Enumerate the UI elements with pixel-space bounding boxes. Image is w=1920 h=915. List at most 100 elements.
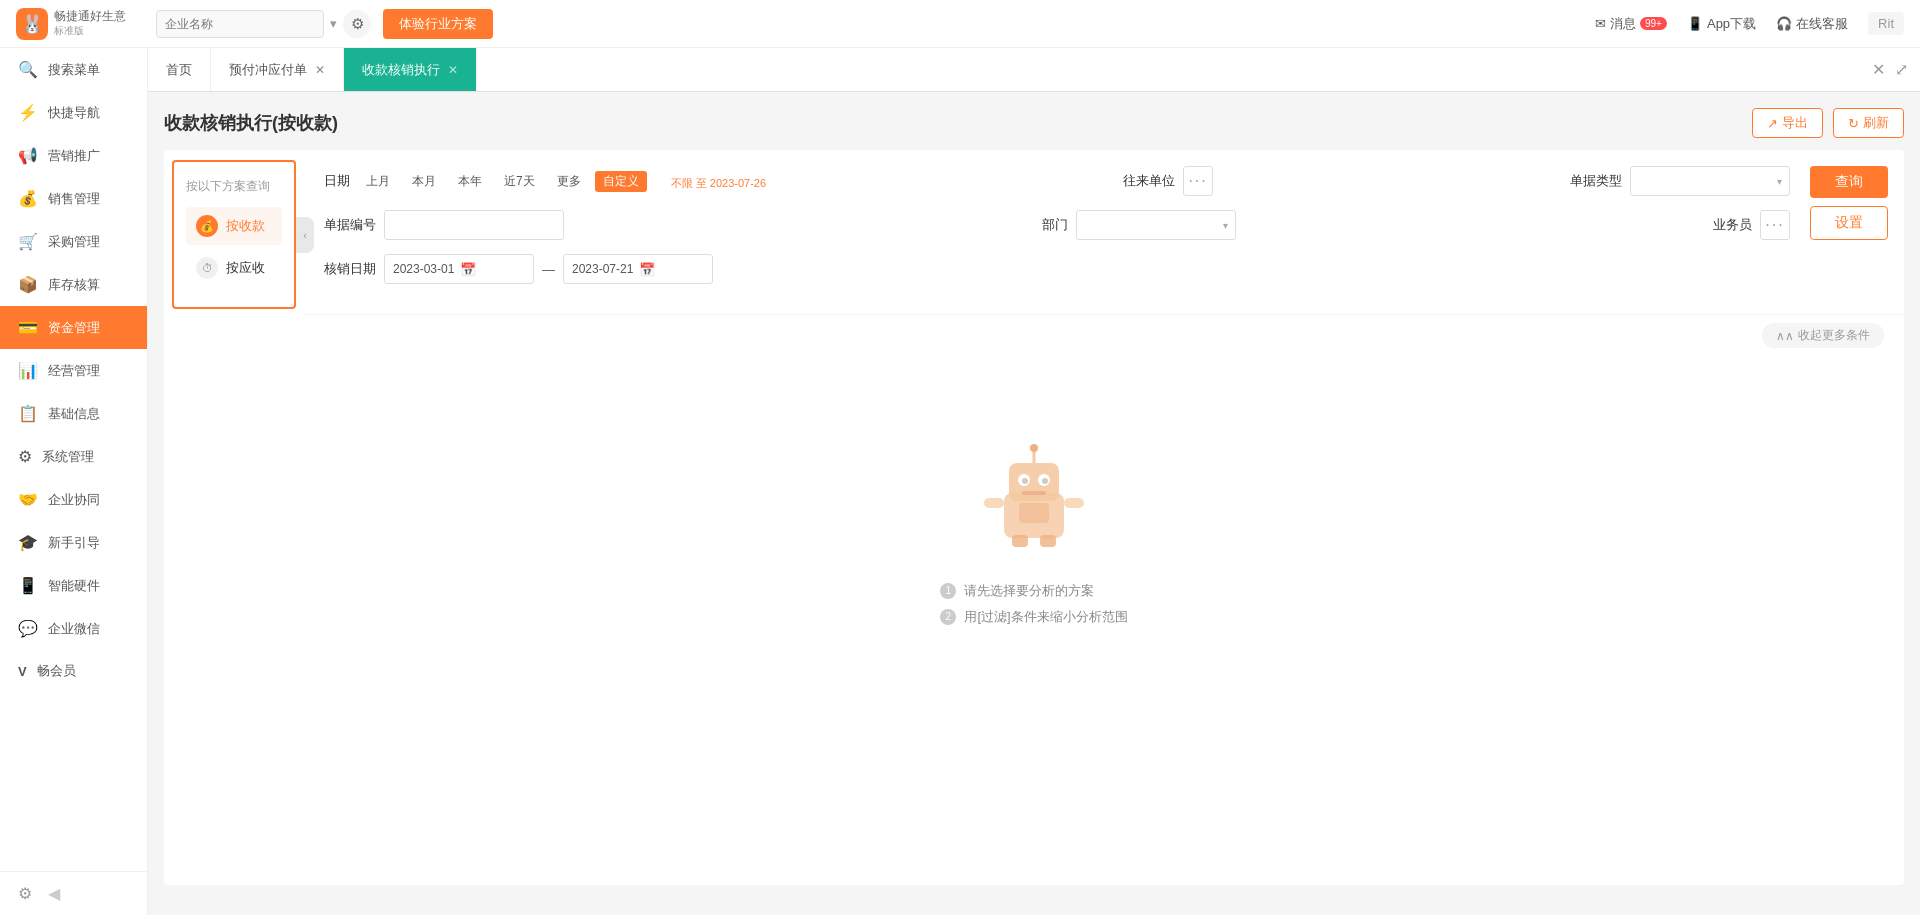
date-this-year-btn[interactable]: 本年 (450, 171, 490, 192)
message-badge: 99+ (1640, 17, 1667, 30)
svg-point-4 (1022, 478, 1028, 484)
sidebar-item-wechat[interactable]: 💬 企业微信 (0, 607, 147, 650)
search-icon: 🔍 (18, 60, 38, 79)
date-more-btn[interactable]: 更多 (549, 171, 589, 192)
svg-rect-6 (1022, 491, 1046, 495)
logo-area: 🐰 畅捷通好生意 标准版 (16, 8, 156, 40)
sidebar-item-finance[interactable]: 💳 资金管理 (0, 306, 147, 349)
refresh-label: 刷新 (1863, 114, 1889, 132)
guide-icon: 🎓 (18, 533, 38, 552)
refresh-btn[interactable]: ↻ 刷新 (1833, 108, 1904, 138)
brand-dropdown-icon[interactable]: ▾ (330, 16, 337, 31)
svg-point-5 (1042, 478, 1048, 484)
member-icon: V (18, 664, 27, 679)
sidebar-item-enterprise[interactable]: 🤝 企业协同 (0, 478, 147, 521)
receipt-icon: 💰 (196, 215, 218, 237)
tab-receivable[interactable]: 收款核销执行 ✕ (344, 48, 477, 91)
date-this-month-btn[interactable]: 本月 (404, 171, 444, 192)
online-service-label: 在线客服 (1796, 15, 1848, 33)
dept-select[interactable] (1076, 210, 1236, 240)
settings-btn[interactable]: 设置 (1810, 206, 1888, 240)
filter-actions: 查询 设置 (1810, 150, 1904, 314)
doc-number-field: 单据编号 (324, 210, 564, 240)
topbar-right: ✉ 消息 99+ 📱 App下载 🎧 在线客服 Rit (1595, 12, 1904, 35)
doc-type-select-wrap (1630, 166, 1790, 196)
app-name: 畅捷通好生意 (54, 9, 126, 25)
purchase-icon: 🛒 (18, 232, 38, 251)
sidebar-item-search-menu[interactable]: 🔍 搜索菜单 (0, 48, 147, 91)
date-last-month-btn[interactable]: 上月 (358, 171, 398, 192)
online-service-btn[interactable]: 🎧 在线客服 (1776, 15, 1848, 33)
dept-label: 部门 (1042, 216, 1068, 234)
filter-by-receipt[interactable]: 💰 按收款 (186, 207, 282, 245)
sidebar-label: 畅会员 (37, 662, 76, 680)
verification-end-field[interactable]: 2023-07-21 📅 (563, 254, 713, 284)
export-btn[interactable]: ↗ 导出 (1752, 108, 1823, 138)
sidebar-settings-icon[interactable]: ⚙ (18, 884, 32, 903)
sidebar-bottom: ⚙ ◀ (0, 871, 147, 915)
refresh-icon: ↻ (1848, 116, 1859, 131)
search-btn[interactable]: 查询 (1810, 166, 1888, 198)
topbar: 🐰 畅捷通好生意 标准版 ▾ ⚙ 体验行业方案 ✉ 消息 99+ 📱 App下载… (0, 0, 1920, 48)
app-badge: 标准版 (54, 24, 126, 38)
tab-receivable-close-icon[interactable]: ✕ (448, 63, 458, 77)
tab-expand-icon[interactable]: ⤢ (1895, 60, 1908, 79)
page-title: 收款核销执行(按收款) (164, 111, 338, 135)
sidebar-item-quick-nav[interactable]: ⚡ 快捷导航 (0, 91, 147, 134)
app-download-icon: 📱 (1687, 16, 1703, 31)
sidebar-item-purchase[interactable]: 🛒 采购管理 (0, 220, 147, 263)
sidebar-item-hardware[interactable]: 📱 智能硬件 (0, 564, 147, 607)
filter-by-receivable[interactable]: ⏱ 按应收 (186, 249, 282, 287)
user-info[interactable]: Rit (1868, 12, 1904, 35)
date-custom-btn[interactable]: 自定义 (595, 171, 647, 192)
verification-start-value: 2023-03-01 (393, 262, 454, 276)
tab-prepay[interactable]: 预付冲应付单 ✕ (211, 48, 344, 91)
sidebar-item-system[interactable]: ⚙ 系统管理 (0, 435, 147, 478)
date-label: 日期 (324, 172, 350, 190)
date-filter-field: 日期 上月 本月 本年 近7天 更多 自定义 (324, 171, 647, 192)
app-download-btn[interactable]: 📱 App下载 (1687, 15, 1756, 33)
doc-type-field: 单据类型 (1570, 166, 1790, 196)
doc-type-select[interactable] (1630, 166, 1790, 196)
sidebar-label: 快捷导航 (48, 104, 100, 122)
filter-row-3: 核销日期 2023-03-01 📅 — 2023-07-21 (324, 254, 1790, 284)
sidebar-label: 采购管理 (48, 233, 100, 251)
quick-nav-icon: ⚡ (18, 103, 38, 122)
svg-rect-1 (1009, 463, 1059, 501)
collapse-up-icon: ∧∧ (1776, 329, 1794, 343)
salesperson-picker-btn[interactable]: ··· (1760, 210, 1790, 240)
sidebar-collapse-icon[interactable]: ◀ (48, 884, 60, 903)
logo-text-wrap: 畅捷通好生意 标准版 (54, 9, 126, 39)
verification-start-field[interactable]: 2023-03-01 📅 (384, 254, 534, 284)
sidebar-item-guide[interactable]: 🎓 新手引导 (0, 521, 147, 564)
date-range-row: 2023-03-01 📅 — 2023-07-21 📅 (384, 254, 713, 284)
sidebar-item-sales[interactable]: 💰 销售管理 (0, 177, 147, 220)
sidebar-label: 库存核算 (48, 276, 100, 294)
settings-gear-icon[interactable]: ⚙ (343, 10, 371, 38)
collapse-more-label: 收起更多条件 (1798, 327, 1870, 344)
filter-sidebar-collapse-btn[interactable]: ‹ (296, 217, 314, 253)
robot-svg (974, 438, 1094, 558)
tab-home[interactable]: 首页 (148, 48, 211, 91)
sidebar-item-basic-info[interactable]: 📋 基础信息 (0, 392, 147, 435)
collapse-more-btn[interactable]: ∧∧ 收起更多条件 (1762, 323, 1884, 348)
content-area: 按以下方案查询 💰 按收款 ⏱ 按应收 ‹ (164, 150, 1904, 885)
headset-icon: 🎧 (1776, 16, 1792, 31)
counterpart-picker-btn[interactable]: ··· (1183, 166, 1213, 196)
sidebar-label: 新手引导 (48, 534, 100, 552)
sidebar-item-marketing[interactable]: 📢 营销推广 (0, 134, 147, 177)
verification-end-value: 2023-07-21 (572, 262, 633, 276)
message-btn[interactable]: ✉ 消息 99+ (1595, 15, 1667, 33)
industry-btn[interactable]: 体验行业方案 (383, 9, 493, 39)
tab-close-all-icon[interactable]: ✕ (1872, 60, 1885, 79)
doc-number-input[interactable] (384, 210, 564, 240)
tabs-bar: 首页 预付冲应付单 ✕ 收款核销执行 ✕ ✕ ⤢ (148, 48, 1920, 92)
date-7days-btn[interactable]: 近7天 (496, 171, 543, 192)
brand-input[interactable] (156, 10, 324, 38)
sidebar-item-operations[interactable]: 📊 经营管理 (0, 349, 147, 392)
tab-prepay-close-icon[interactable]: ✕ (315, 63, 325, 77)
sidebar-item-inventory[interactable]: 📦 库存核算 (0, 263, 147, 306)
sidebar-item-member[interactable]: V 畅会员 (0, 650, 147, 692)
marketing-icon: 📢 (18, 146, 38, 165)
tab-home-label: 首页 (166, 61, 192, 79)
